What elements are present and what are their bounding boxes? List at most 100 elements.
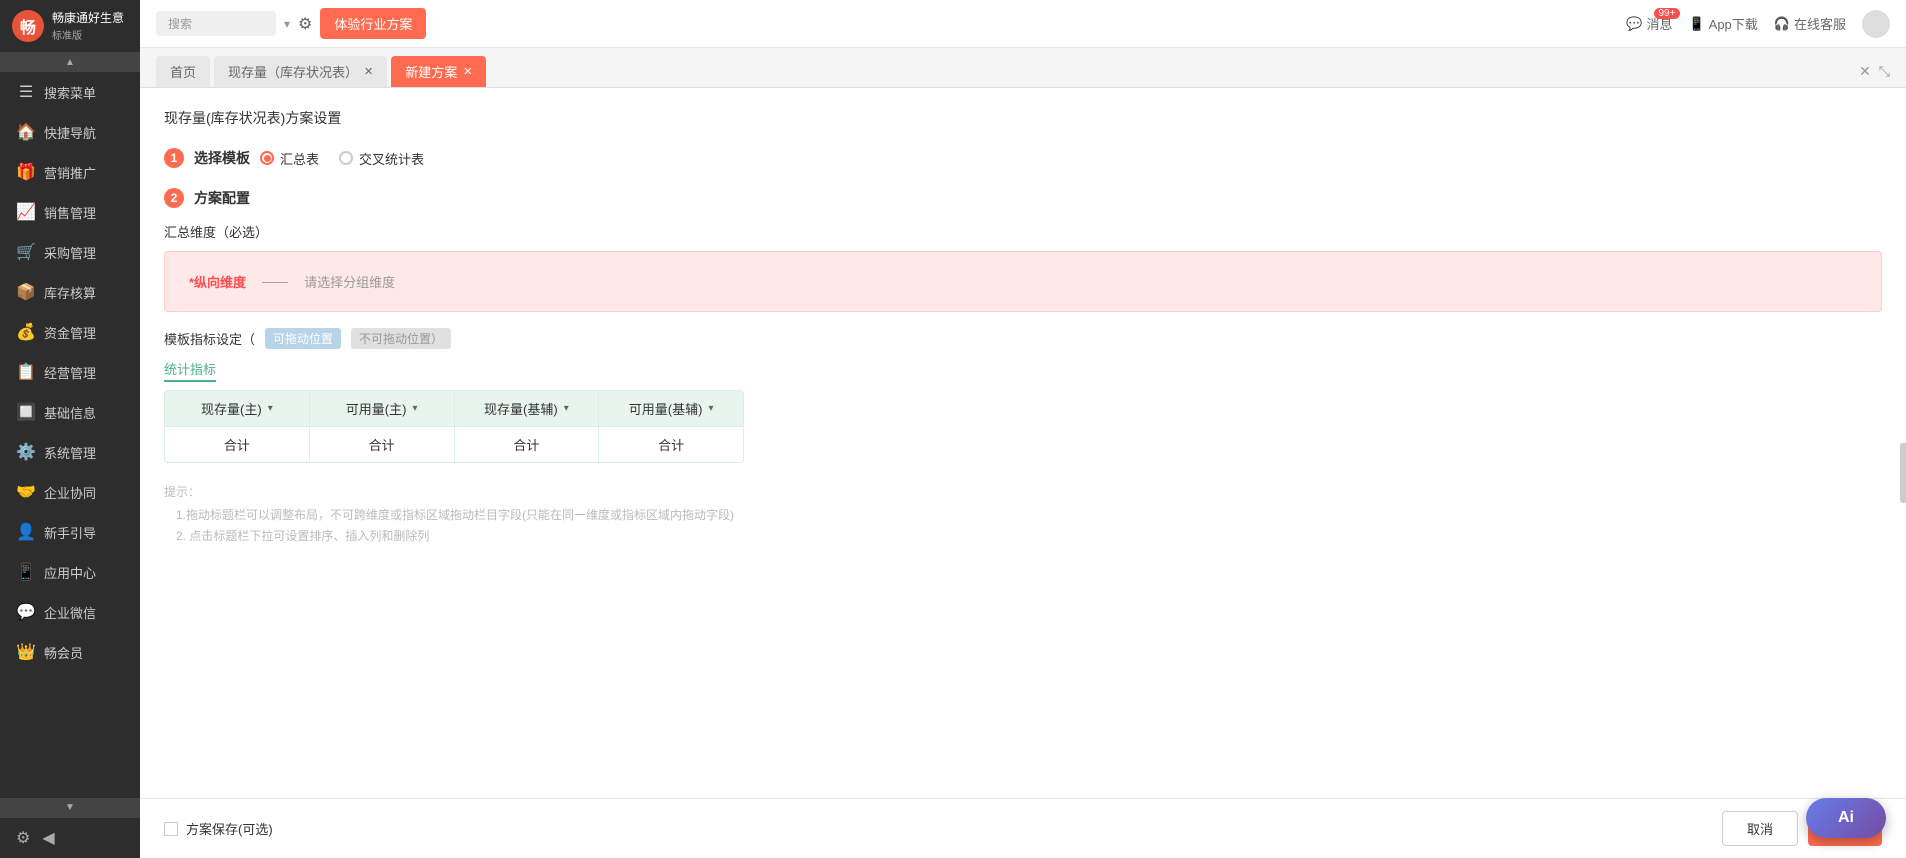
sidebar-item-sales[interactable]: 📈 销售管理: [0, 192, 140, 232]
stats-table-header: 现存量(主) ▾ 可用量(主) ▾ 现存量(基辅) ▾: [165, 391, 743, 426]
stats-col-2[interactable]: 可用量(主) ▾: [310, 391, 455, 426]
sidebar-scroll-down[interactable]: ▼: [0, 798, 140, 817]
finance-icon: 💰: [16, 322, 36, 342]
sidebar-item-label: 新手引导: [44, 523, 96, 542]
stats-col-3[interactable]: 现存量(基辅) ▾: [455, 391, 600, 426]
sidebar-item-label: 应用中心: [44, 563, 96, 582]
sidebar-scroll-up[interactable]: ▲: [0, 53, 140, 72]
template-radio-group: 汇总表 交叉统计表: [260, 149, 424, 168]
indicator-settings-label: 模板指标设定（ 可拖动位置 不可拖动位置）: [164, 328, 1882, 349]
sidebar-item-label: 基础信息: [44, 403, 96, 422]
sidebar-item-label: 企业微信: [44, 603, 96, 622]
sidebar-item-operations[interactable]: 📋 经营管理: [0, 352, 140, 392]
sidebar-item-label: 快捷导航: [44, 123, 96, 142]
tab-area-actions: ✕ ⤡: [1859, 63, 1890, 80]
sidebar-item-wechat[interactable]: 💬 企业微信: [0, 592, 140, 632]
sidebar-item-member[interactable]: 👑 畅会员: [0, 632, 140, 672]
tab-home[interactable]: 首页: [156, 56, 210, 87]
tab-new-scheme[interactable]: 新建方案 ✕: [391, 56, 486, 87]
chevron-down-icon-3[interactable]: ▾: [564, 403, 569, 414]
topbar-left: 搜索 ▾ ⚙ 体验行业方案: [156, 8, 1616, 39]
app-name: 畅康通好生意: [52, 10, 124, 27]
sidebar-item-label: 企业协同: [44, 483, 96, 502]
tab-inventory-status[interactable]: 现存量（库存状况表） ✕: [214, 56, 387, 87]
cancel-button[interactable]: 取消: [1722, 811, 1798, 846]
sidebar-item-label: 畅会员: [44, 643, 83, 662]
fixed-badge: 不可拖动位置）: [351, 328, 451, 349]
industry-btn[interactable]: 体验行业方案: [320, 8, 426, 39]
sidebar-nav: ☰ 搜索菜单 🏠 快捷导航 🎁 营销推广 📈 销售管理 🛒 采购管理 📦 库存核…: [0, 72, 140, 798]
tab-expand-action[interactable]: ⤡: [1879, 63, 1890, 80]
app-edition: 标准版: [52, 27, 124, 42]
sidebar-item-marketing[interactable]: 🎁 营销推广: [0, 152, 140, 192]
sidebar-item-label: 销售管理: [44, 203, 96, 222]
chevron-down-icon-1[interactable]: ▾: [268, 403, 273, 414]
tips-title: 提示：: [164, 483, 1882, 500]
message-icon: 💬: [1626, 16, 1642, 32]
stats-col-1[interactable]: 现存量(主) ▾: [165, 391, 310, 426]
sidebar-item-newbie[interactable]: 👤 新手引导: [0, 512, 140, 552]
sidebar-item-enterprise[interactable]: 🤝 企业协同: [0, 472, 140, 512]
user-avatar[interactable]: [1862, 10, 1890, 38]
topbar: 搜索 ▾ ⚙ 体验行业方案 💬 消息 99+ 📱 App下载 🎧 在线客服: [140, 0, 1906, 48]
stats-cell-4: 合计: [599, 427, 743, 462]
dim-required-label: *纵向维度: [189, 272, 246, 291]
enterprise-icon: 🤝: [16, 482, 36, 502]
sidebar-item-system[interactable]: ⚙️ 系统管理: [0, 432, 140, 472]
audio-icon[interactable]: ◀: [42, 828, 54, 848]
search-box[interactable]: 搜索: [156, 11, 276, 36]
dropdown-icon[interactable]: ▾: [284, 17, 290, 31]
stats-col-1-label: 现存量(主): [201, 399, 262, 418]
section1-title: 选择模板: [194, 148, 250, 168]
section1-num: 1: [164, 148, 184, 168]
messages-btn[interactable]: 💬 消息 99+: [1626, 14, 1672, 33]
sidebar-item-finance[interactable]: 💰 资金管理: [0, 312, 140, 352]
stats-col-4-label: 可用量(基辅): [629, 399, 703, 418]
tips-item-2: 2. 点击标题栏下拉可设置排序、插入列和删除列: [164, 527, 1882, 544]
app-download-btn[interactable]: 📱 App下载: [1688, 14, 1757, 33]
dim-dash: ——: [262, 274, 288, 289]
radio-cross[interactable]: 交叉统计表: [339, 149, 424, 168]
radio-cross-label: 交叉统计表: [359, 149, 424, 168]
stats-cell-1: 合计: [165, 427, 310, 462]
tab-inventory-status-close[interactable]: ✕: [364, 65, 373, 78]
stats-col-4[interactable]: 可用量(基辅) ▾: [599, 391, 743, 426]
tab-new-scheme-close[interactable]: ✕: [463, 65, 472, 78]
online-support-btn[interactable]: 🎧 在线客服: [1774, 14, 1846, 33]
chevron-down-icon-4[interactable]: ▾: [708, 403, 713, 414]
operations-icon: 📋: [16, 362, 36, 382]
scheme-save-checkbox[interactable]: [164, 822, 178, 836]
sidebar-item-basic-info[interactable]: 🔲 基础信息: [0, 392, 140, 432]
app-download-label: App下载: [1709, 14, 1758, 33]
stats-table: 现存量(主) ▾ 可用量(主) ▾ 现存量(基辅) ▾: [164, 390, 744, 463]
quick-nav-icon: 🏠: [16, 122, 36, 142]
ai-button[interactable]: Ai: [1806, 798, 1886, 838]
radio-summary-label: 汇总表: [280, 149, 319, 168]
radio-summary[interactable]: 汇总表: [260, 149, 319, 168]
headset-icon: 🎧: [1774, 16, 1790, 32]
dim-row: *纵向维度 —— 请选择分组维度: [189, 272, 1857, 291]
gear-icon[interactable]: ⚙: [298, 14, 312, 34]
stats-section: 统计指标 现存量(主) ▾ 可用量(主) ▾: [164, 359, 1882, 463]
tab-home-label: 首页: [170, 62, 196, 81]
sidebar-item-label: 采购管理: [44, 243, 96, 262]
sidebar-item-quick-nav[interactable]: 🏠 快捷导航: [0, 112, 140, 152]
tips-item-1: 1.拖动标题栏可以调整布局，不可跨维度或指标区域拖动栏目字段(只能在同一维度或指…: [164, 506, 1882, 523]
dimension-required-area[interactable]: *纵向维度 —— 请选择分组维度: [164, 251, 1882, 312]
sidebar: 畅 畅康通好生意 标准版 ▲ ☰ 搜索菜单 🏠 快捷导航 🎁 营销推广 📈 销售…: [0, 0, 140, 858]
sidebar-item-search-menu[interactable]: ☰ 搜索菜单: [0, 72, 140, 112]
inventory-icon: 📦: [16, 282, 36, 302]
stats-table-row: 合计 合计 合计 合计: [165, 426, 743, 462]
sidebar-item-inventory[interactable]: 📦 库存核算: [0, 272, 140, 312]
page-content: 现存量(库存状况表)方案设置 1 选择模板 汇总表 交叉统计表: [140, 88, 1906, 858]
sidebar-item-purchase[interactable]: 🛒 采购管理: [0, 232, 140, 272]
wechat-icon: 💬: [16, 602, 36, 622]
sidebar-item-app-center[interactable]: 📱 应用中心: [0, 552, 140, 592]
settings-icon[interactable]: ⚙: [16, 828, 30, 848]
chevron-down-icon-2[interactable]: ▾: [412, 403, 417, 414]
sidebar-item-label: 系统管理: [44, 443, 96, 462]
app-download-icon: 📱: [1688, 16, 1704, 32]
topbar-right: 💬 消息 99+ 📱 App下载 🎧 在线客服: [1626, 10, 1890, 38]
logo-icon: 畅: [12, 10, 44, 42]
tab-close-action[interactable]: ✕: [1859, 63, 1871, 80]
